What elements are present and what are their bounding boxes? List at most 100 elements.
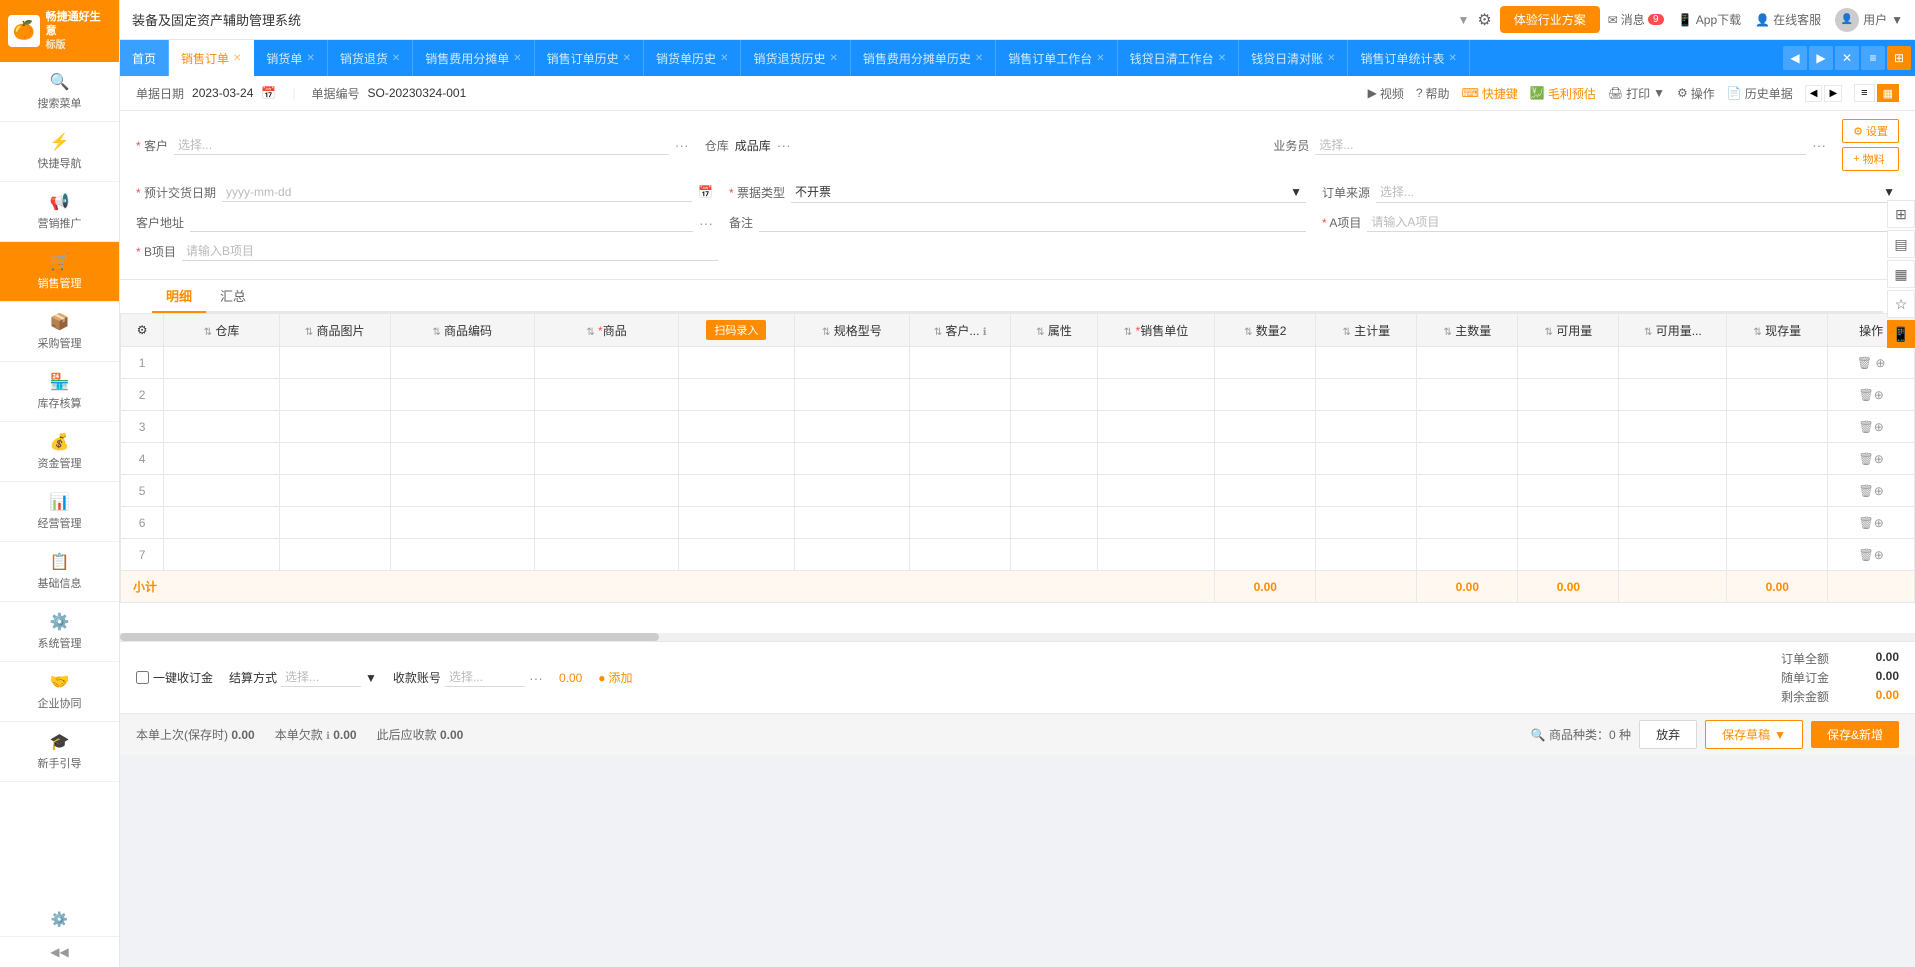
copy-row-btn[interactable]: ⊕: [1874, 452, 1884, 466]
tab-sales-expense[interactable]: 销售费用分摊单 ✕: [413, 40, 534, 76]
sidebar-item-inventory[interactable]: 🏪 库存核算: [0, 362, 119, 422]
delivery-input[interactable]: [222, 183, 692, 202]
staff-input[interactable]: [1315, 136, 1806, 155]
warehouse-more-btn[interactable]: ···: [777, 137, 791, 153]
account-input[interactable]: [445, 668, 525, 687]
sidebar-item-basic[interactable]: 📋 基础信息: [0, 542, 119, 602]
calendar-icon[interactable]: 📅: [261, 86, 276, 100]
delete-row-btn[interactable]: 🗑: [1859, 388, 1874, 402]
tab-sales-order[interactable]: 销售订单 ✕: [169, 40, 254, 76]
tab-sales-refund-history[interactable]: 销货退货历史 ✕: [741, 40, 850, 76]
close-icon[interactable]: ✕: [829, 53, 837, 64]
addr-more-btn[interactable]: ···: [699, 215, 713, 231]
next-record-btn[interactable]: ▶: [1824, 85, 1842, 102]
online-service-button[interactable]: 👤 在线客服: [1755, 11, 1821, 28]
list-view-btn[interactable]: ≡: [1854, 84, 1874, 102]
copy-row-btn[interactable]: ⊕: [1874, 548, 1884, 562]
copy-row-btn[interactable]: ⊕: [1874, 420, 1884, 434]
settings-icon[interactable]: ⚙: [1477, 10, 1491, 30]
help-btn[interactable]: ? 帮助: [1416, 85, 1450, 102]
customer-addr-input[interactable]: [190, 213, 693, 232]
profit-btn[interactable]: 💹 毛利预估: [1530, 85, 1596, 102]
setting-button[interactable]: ⚙ 设置: [1842, 119, 1899, 143]
sidebar-item-sales[interactable]: 🛒 销售管理: [0, 242, 119, 302]
form-view-btn[interactable]: ▦: [1877, 84, 1899, 102]
sidebar-item-search[interactable]: 🔍 搜索菜单: [0, 62, 119, 122]
close-icon[interactable]: ✕: [1218, 53, 1226, 64]
delete-row-btn[interactable]: 🗑: [1859, 484, 1874, 498]
tab-sales-workbench[interactable]: 销售订单工作台 ✕: [996, 40, 1117, 76]
order-source-select[interactable]: 选择... ▼: [1376, 181, 1899, 203]
discard-button[interactable]: 放弃: [1639, 720, 1697, 749]
operate-btn[interactable]: ⚙ 操作: [1677, 85, 1715, 102]
prev-record-btn[interactable]: ◀: [1805, 85, 1823, 102]
warehouse-value[interactable]: 成品库: [735, 137, 771, 154]
float-star-btn[interactable]: ☆: [1887, 290, 1915, 318]
float-panel-btn[interactable]: ▦: [1887, 260, 1915, 288]
close-icon[interactable]: ✕: [513, 53, 521, 64]
close-icon[interactable]: ✕: [392, 53, 400, 64]
shortcut-btn[interactable]: ⌨ 快捷键: [1462, 85, 1518, 102]
th-main-unit[interactable]: ⇅ 主计量: [1316, 314, 1417, 347]
th-code[interactable]: ⇅ 商品编码: [390, 314, 534, 347]
close-icon[interactable]: ✕: [233, 53, 241, 64]
solution-button[interactable]: 体验行业方案: [1500, 6, 1600, 33]
payment-dropdown-icon[interactable]: ▼: [365, 671, 377, 685]
auto-collect-input[interactable]: [136, 671, 149, 684]
th-avail[interactable]: ⇅ 可用量: [1518, 314, 1619, 347]
tab-sales-return[interactable]: 销货单 ✕: [254, 40, 327, 76]
delete-row-btn[interactable]: 🗑: [1857, 356, 1872, 370]
sidebar-item-purchase[interactable]: 📦 采购管理: [0, 302, 119, 362]
sidebar-settings-btn[interactable]: ⚙️: [0, 903, 119, 936]
payment-input[interactable]: [281, 668, 361, 687]
staff-more-btn[interactable]: ···: [1812, 137, 1826, 153]
th-goods[interactable]: ⇅ *商品: [534, 314, 678, 347]
th-spec[interactable]: ⇅ 规格型号: [794, 314, 909, 347]
sidebar-item-marketing[interactable]: 📢 营销推广: [0, 182, 119, 242]
close-icon[interactable]: ✕: [623, 53, 631, 64]
th-cust[interactable]: ⇅ 客户... ℹ: [910, 314, 1011, 347]
copy-row-btn[interactable]: ⊕: [1874, 388, 1884, 402]
th-unit[interactable]: ⇅ *销售单位: [1097, 314, 1215, 347]
sidebar-item-enterprise[interactable]: 🤝 企业协同: [0, 662, 119, 722]
delete-row-btn[interactable]: 🗑: [1859, 516, 1874, 530]
view-video-btn[interactable]: ▶ 视频: [1368, 85, 1404, 102]
th-qty2[interactable]: ⇅ 数量2: [1215, 314, 1316, 347]
float-phone-btn[interactable]: 📱: [1887, 320, 1915, 348]
tab-detail[interactable]: 明细: [152, 280, 206, 313]
add-item-button[interactable]: + 物料: [1842, 147, 1899, 171]
tab-sales-expense-history[interactable]: 销售费用分摊单历史 ✕: [851, 40, 996, 76]
b-project-input[interactable]: [182, 242, 718, 261]
tabs-close-btn[interactable]: ✕: [1835, 46, 1859, 70]
th-img[interactable]: ⇅ 商品图片: [279, 314, 390, 347]
tab-sales-stats[interactable]: 销售订单统计表 ✕: [1348, 40, 1469, 76]
close-icon[interactable]: ✕: [1449, 53, 1457, 64]
sidebar-item-guide[interactable]: 🎓 新手引导: [0, 722, 119, 782]
close-icon[interactable]: ✕: [306, 53, 314, 64]
tab-home[interactable]: 首页: [120, 40, 169, 76]
th-attr[interactable]: ⇅ 属性: [1011, 314, 1098, 347]
tabs-next-btn[interactable]: ▶: [1809, 46, 1833, 70]
invoice-select[interactable]: 不开票 ▼: [791, 181, 1306, 203]
user-menu[interactable]: 👤 用户 ▼: [1835, 8, 1903, 32]
save-draft-button[interactable]: 保存草稿 ▼: [1705, 720, 1803, 749]
sidebar-item-system[interactable]: ⚙️ 系统管理: [0, 602, 119, 662]
tab-sales-return-history[interactable]: 销货单历史 ✕: [644, 40, 741, 76]
history-btn[interactable]: 📄 历史单据: [1727, 85, 1793, 102]
float-grid-btn[interactable]: ⊞: [1887, 200, 1915, 228]
close-icon[interactable]: ✕: [1096, 53, 1104, 64]
print-btn[interactable]: 🖨 打印 ▼: [1608, 85, 1665, 102]
close-icon[interactable]: ✕: [975, 53, 983, 64]
dropdown-icon[interactable]: ▼: [1457, 13, 1469, 27]
auto-collect-checkbox[interactable]: 一键收订金: [136, 669, 213, 686]
th-scan[interactable]: 扫码录入: [679, 314, 794, 347]
add-payment-btn[interactable]: ● 添加: [598, 669, 632, 686]
th-main-qty[interactable]: ⇅ 主数量: [1417, 314, 1518, 347]
remark-input[interactable]: [759, 213, 1306, 232]
app-download-button[interactable]: 📱 App下载: [1678, 11, 1741, 28]
delete-row-btn[interactable]: 🗑: [1859, 420, 1874, 434]
message-button[interactable]: ✉ 消息 9: [1608, 11, 1664, 28]
horizontal-scrollbar[interactable]: [120, 633, 1915, 641]
tab-sales-history[interactable]: 销售订单历史 ✕: [535, 40, 644, 76]
tab-cash-reconcile[interactable]: 钱贷日清对账 ✕: [1239, 40, 1348, 76]
